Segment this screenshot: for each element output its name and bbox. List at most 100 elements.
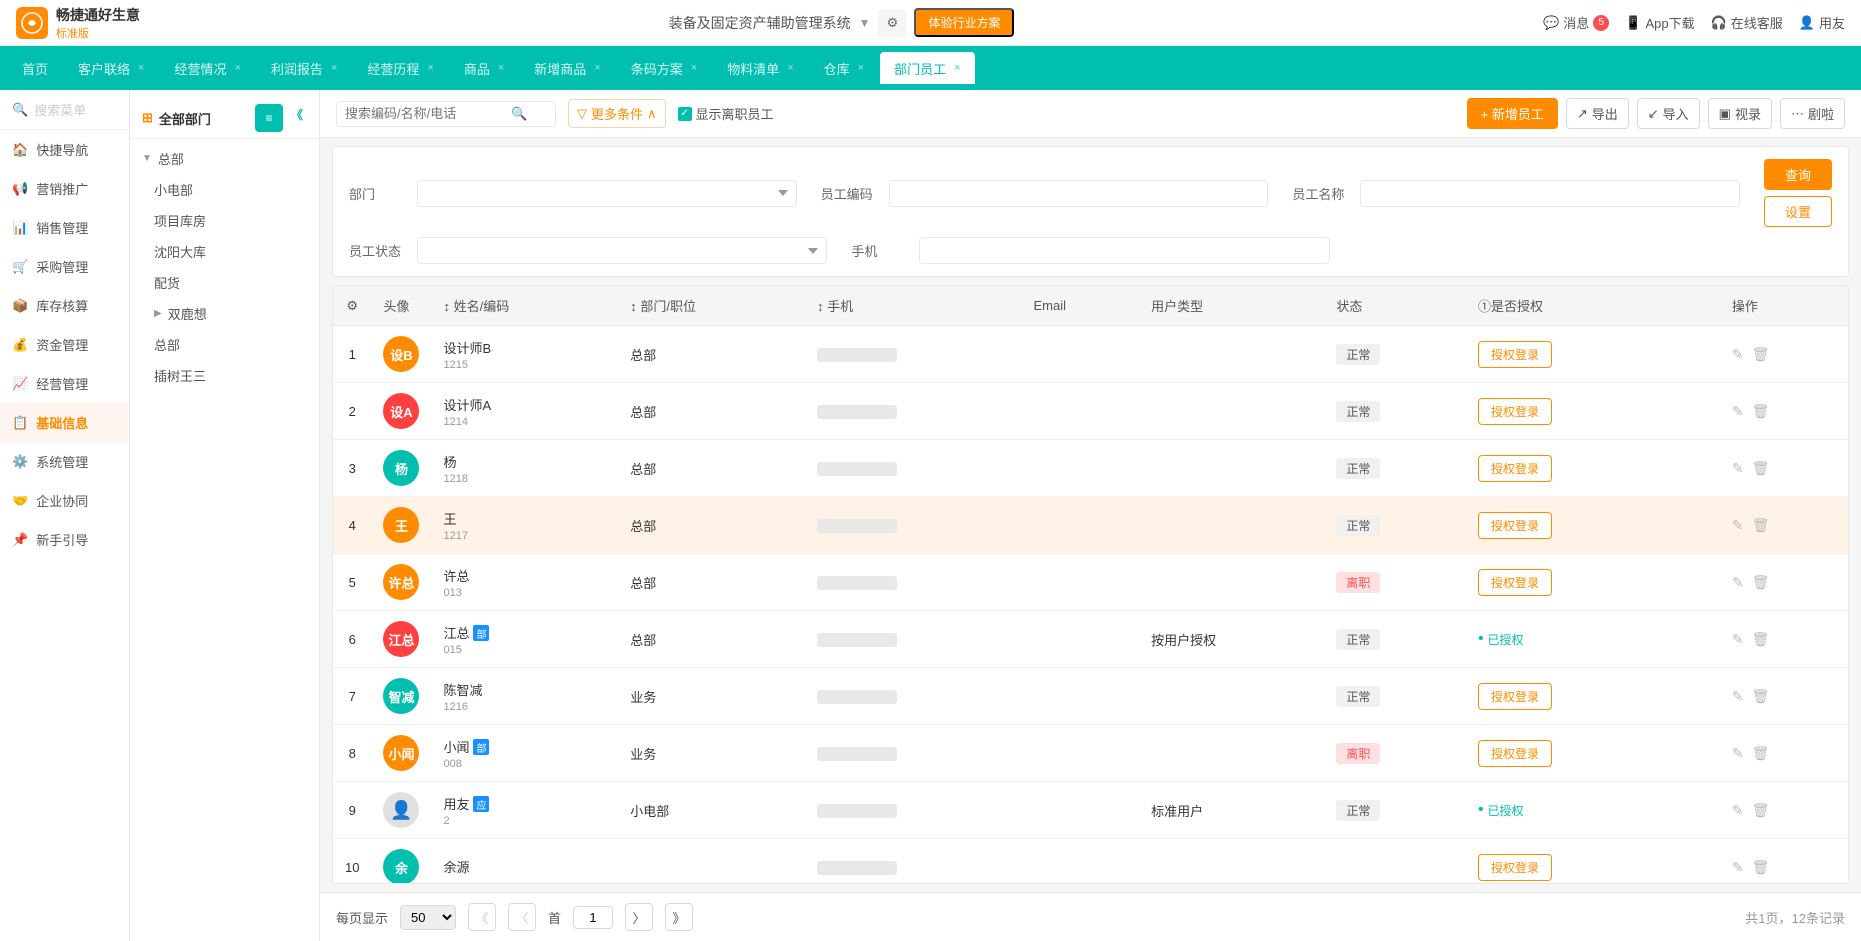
search-button[interactable]: 查询 xyxy=(1764,159,1832,190)
delete-icon[interactable]: 🗑 xyxy=(1752,631,1770,648)
sidebar-item-guide[interactable]: 📌 新手引导 xyxy=(0,520,129,559)
first-page-button[interactable]: 《 xyxy=(468,903,496,931)
emp-name-input[interactable] xyxy=(1360,180,1740,207)
tree-node-shenyang[interactable]: 沈阳大库 xyxy=(130,236,319,267)
edit-icon[interactable]: ✎ xyxy=(1732,802,1744,819)
sidebar-item-management[interactable]: 📈 经营管理 xyxy=(0,364,129,403)
action-icons: ✎ 🗑 xyxy=(1732,859,1836,876)
action-cell: ✎ 🗑 xyxy=(1720,383,1848,440)
delete-icon[interactable]: 🗑 xyxy=(1752,574,1770,591)
edit-icon[interactable]: ✎ xyxy=(1732,403,1744,420)
edit-icon[interactable]: ✎ xyxy=(1732,688,1744,705)
per-page-select[interactable]: 50 100 xyxy=(400,905,456,930)
prev-page-button[interactable]: 〈 xyxy=(508,903,536,931)
col-name[interactable]: ↕ 姓名/编码 xyxy=(431,286,618,326)
sidebar-item-sales[interactable]: 📊 销售管理 xyxy=(0,208,129,247)
emp-code-input[interactable] xyxy=(889,180,1269,207)
phone-input[interactable] xyxy=(919,237,1329,264)
delete-icon[interactable]: 🗑 xyxy=(1752,688,1770,705)
delete-icon[interactable]: 🗑 xyxy=(1752,346,1770,363)
edit-icon[interactable]: ✎ xyxy=(1732,460,1744,477)
sidebar-item-system[interactable]: ⚙️ 系统管理 xyxy=(0,442,129,481)
show-resigned-checkbox[interactable]: ✓ 显示离职员工 xyxy=(678,104,774,123)
auth-cell: 授权登录 xyxy=(1466,668,1670,725)
email-cell xyxy=(1021,839,1139,885)
app-download-button[interactable]: 📱 App下载 xyxy=(1625,13,1694,32)
dept-cell: 总部 xyxy=(618,554,805,611)
emp-status-select[interactable] xyxy=(417,237,827,264)
edit-icon[interactable]: ✎ xyxy=(1732,631,1744,648)
search-box[interactable]: 🔍 xyxy=(336,101,556,127)
sidebar-search[interactable]: 🔍 搜索菜单 xyxy=(0,90,129,130)
tree-node-hq[interactable]: 总部 xyxy=(130,329,319,360)
auth-button[interactable]: 授权登录 xyxy=(1478,398,1552,425)
tab-operation[interactable]: 经营情况 × xyxy=(160,52,254,84)
export-button[interactable]: ↗ 导出 xyxy=(1566,98,1629,129)
auth-button[interactable]: 授权登录 xyxy=(1478,341,1552,368)
delete-icon[interactable]: 🗑 xyxy=(1752,517,1770,534)
delete-icon[interactable]: 🗑 xyxy=(1752,460,1770,477)
last-page-button[interactable]: 》 xyxy=(665,903,693,931)
auth-button[interactable]: 授权登录 xyxy=(1478,512,1552,539)
more-filter-button[interactable]: ▽ 更多条件 ∧ xyxy=(568,99,666,128)
tab-customer[interactable]: 客户联络 × xyxy=(64,52,158,84)
col-phone[interactable]: ↕ 手机 xyxy=(805,286,1021,326)
tree-node-headquarters-parent[interactable]: ▼ 总部 xyxy=(130,143,319,174)
more-actions-button[interactable]: ⋯ 剧啦 xyxy=(1780,98,1845,129)
auth-button[interactable]: 授权登录 xyxy=(1478,740,1552,767)
tree-node-chainshu[interactable]: 插树王三 xyxy=(130,360,319,391)
edit-icon[interactable]: ✎ xyxy=(1732,745,1744,762)
col-settings[interactable]: ⚙ xyxy=(333,286,371,326)
dept-select[interactable] xyxy=(417,180,797,207)
tab-bom[interactable]: 物料清单 × xyxy=(713,52,807,84)
sidebar-item-basic[interactable]: 📋 基础信息 xyxy=(0,403,129,442)
auth-button[interactable]: 授权登录 xyxy=(1478,455,1552,482)
delete-icon[interactable]: 🗑 xyxy=(1752,802,1770,819)
auth-button[interactable]: 授权登录 xyxy=(1478,569,1552,596)
trial-button[interactable]: 体验行业方案 xyxy=(914,8,1014,37)
sidebar-item-finance[interactable]: 💰 资金管理 xyxy=(0,325,129,364)
tab-new-goods[interactable]: 新增商品 × xyxy=(520,52,614,84)
set-button[interactable]: 设置 xyxy=(1764,196,1832,227)
edit-icon[interactable]: ✎ xyxy=(1732,346,1744,363)
import-button[interactable]: ↙ 导入 xyxy=(1637,98,1700,129)
tree-collapse-button[interactable]: 《 xyxy=(287,104,307,124)
edit-icon[interactable]: ✎ xyxy=(1732,574,1744,591)
tab-profit[interactable]: 利润报告 × xyxy=(257,52,351,84)
phone-value xyxy=(817,462,897,476)
sidebar-item-purchase[interactable]: 🛒 采购管理 xyxy=(0,247,129,286)
tab-history[interactable]: 经营历程 × xyxy=(353,52,447,84)
sidebar-item-inventory[interactable]: 📦 库存核算 xyxy=(0,286,129,325)
delete-icon[interactable]: 🗑 xyxy=(1752,745,1770,762)
user-menu[interactable]: 👤 用友 xyxy=(1799,13,1845,32)
sidebar-item-cooperation[interactable]: 🤝 企业协同 xyxy=(0,481,129,520)
tree-node-distribution[interactable]: 配货 xyxy=(130,267,319,298)
delete-icon[interactable]: 🗑 xyxy=(1752,859,1770,876)
tab-goods[interactable]: 商品 × xyxy=(450,52,518,84)
tab-warehouse[interactable]: 仓库 × xyxy=(810,52,878,84)
sidebar-item-navigation[interactable]: 🏠 快捷导航 xyxy=(0,130,129,169)
auth-button[interactable]: 授权登录 xyxy=(1478,683,1552,710)
page-input[interactable] xyxy=(573,906,613,929)
tab-department[interactable]: 部门员工 × xyxy=(880,52,974,84)
auth-button[interactable]: 授权登录 xyxy=(1478,854,1552,881)
col-dept[interactable]: ↕ 部门/职位 xyxy=(618,286,805,326)
delete-icon[interactable]: 🗑 xyxy=(1752,403,1770,420)
view-button[interactable]: ▣ 视录 xyxy=(1708,98,1772,129)
tree-node-shuanglu[interactable]: ▶ 双鹿想 xyxy=(130,298,319,329)
message-button[interactable]: 💬 消息 5 xyxy=(1543,13,1609,32)
online-service-button[interactable]: 🎧 在线客服 xyxy=(1711,13,1783,32)
search-input[interactable] xyxy=(345,106,505,121)
email-cell xyxy=(1021,497,1139,554)
tree-settings-icon[interactable]: ≡ xyxy=(255,104,283,132)
tab-home[interactable]: 首页 xyxy=(8,52,62,84)
next-page-button[interactable]: 〉 xyxy=(625,903,653,931)
edit-icon[interactable]: ✎ xyxy=(1732,859,1744,876)
sidebar-item-marketing[interactable]: 📢 营销推广 xyxy=(0,169,129,208)
edit-icon[interactable]: ✎ xyxy=(1732,517,1744,534)
tab-barcode[interactable]: 条码方案 × xyxy=(617,52,711,84)
tree-node-project-warehouse[interactable]: 项目库房 xyxy=(130,205,319,236)
settings-icon[interactable]: ⚙ xyxy=(878,9,906,37)
tree-node-small-electric[interactable]: 小电部 xyxy=(130,174,319,205)
add-employee-button[interactable]: + 新增员工 xyxy=(1467,98,1558,129)
